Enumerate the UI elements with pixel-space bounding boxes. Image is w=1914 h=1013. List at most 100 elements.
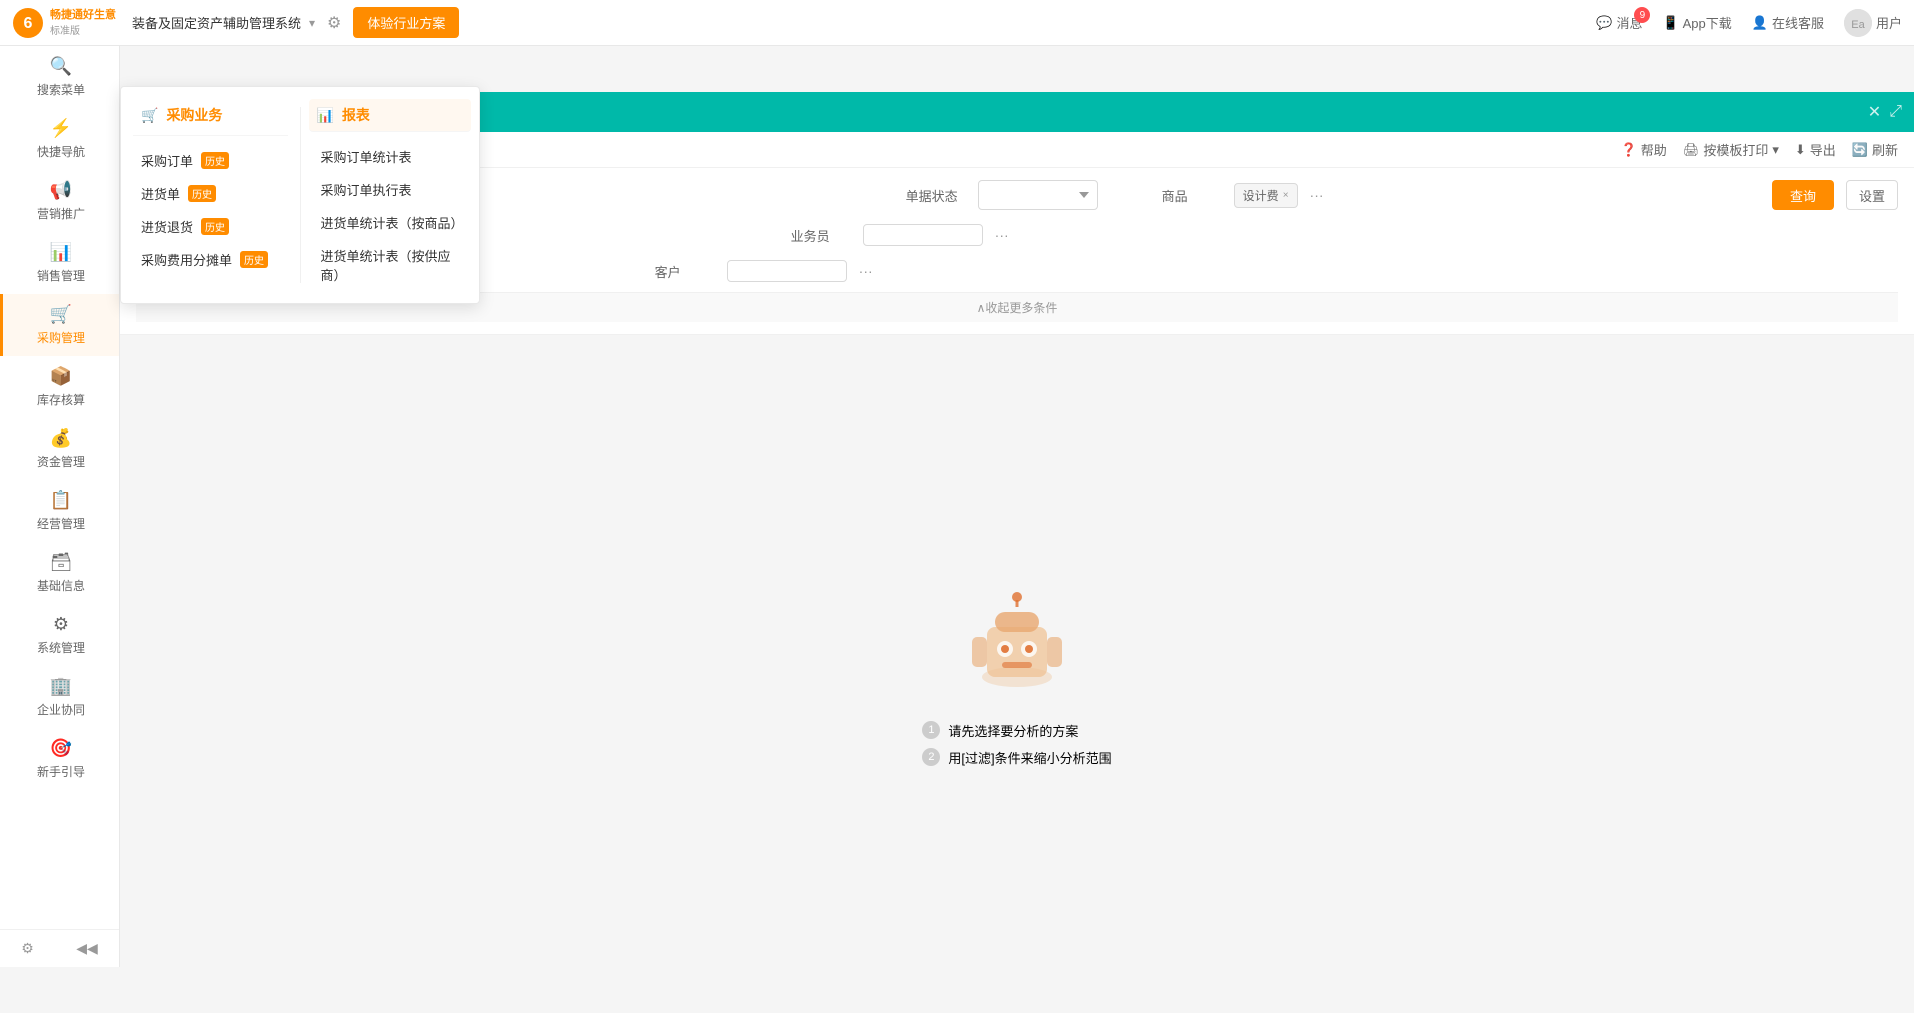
dropdown-item-purchase-order-exec[interactable]: 采购订单执行表 (313, 173, 468, 206)
app-download-btn[interactable]: 📱 App下载 (1662, 13, 1731, 32)
sidebar-item-operation[interactable]: 📋 经营管理 (0, 480, 119, 542)
purchase-return-label: 进货退货 (141, 217, 193, 236)
sidebar-item-marketing[interactable]: 📢 营销推广 (0, 170, 119, 232)
top-header: 6 畅捷通好生意 标准版 装备及固定资产辅助管理系统 ▾ ⚙ 体验行业方案 💬 … (0, 0, 1914, 46)
help-btn[interactable]: ❓ 帮助 (1621, 140, 1667, 159)
settings-filter-btn[interactable]: 设置 (1846, 180, 1898, 210)
purchase-section-title: 🛒 采购业务 (133, 99, 288, 136)
sidebar-label-basic: 基础信息 (37, 577, 85, 594)
empty-tip-1: 1 请先选择要分析的方案 (922, 721, 1111, 740)
empty-illustration (957, 582, 1077, 705)
purchase-expense-history-badge: 历史 (240, 251, 268, 268)
purchase-order-stat-label: 采购订单统计表 (321, 147, 412, 166)
sidebar-item-search[interactable]: 🔍 搜索菜单 (0, 46, 119, 108)
logo-sub: 标准版 (50, 22, 116, 37)
refresh-btn[interactable]: 🔄 刷新 (1852, 140, 1898, 159)
purchase-section-icon: 🛒 (141, 107, 158, 124)
sidebar-item-system[interactable]: ⚙ 系统管理 (0, 604, 119, 666)
goods-more-dots[interactable]: ··· (1310, 187, 1324, 203)
sidebar-label-inventory: 库存核算 (37, 391, 85, 408)
sidebar-label-operation: 经营管理 (37, 515, 85, 532)
voucher-status-select[interactable] (978, 180, 1098, 210)
purchase-order-history-badge: 历史 (201, 152, 229, 169)
industry-btn[interactable]: 体验行业方案 (353, 7, 459, 38)
receipt-stat-goods-label: 进货单统计表（按商品） (321, 213, 460, 232)
export-btn[interactable]: ⬇ 导出 (1795, 140, 1836, 159)
online-service-btn[interactable]: 👤 在线客服 (1752, 13, 1824, 32)
newbie-icon: 🎯 (50, 738, 72, 759)
sidebar-item-enterprise[interactable]: 🏢 企业协同 (0, 666, 119, 728)
dropdown-col-report: 📊 报表 采购订单统计表 采购订单执行表 进货单统计表（按商品） 进货单统计表（… (301, 99, 480, 291)
tab-bar-right: ✕ ⤢ (1868, 102, 1914, 122)
report-section-label: 报表 (342, 105, 370, 125)
export-icon: ⬇ (1795, 142, 1806, 158)
system-settings-icon[interactable]: ⚙ (323, 9, 345, 37)
sidebar-item-newbie[interactable]: 🎯 新手引导 (0, 728, 119, 790)
app-download-label: App下载 (1683, 13, 1732, 32)
salesperson-input-area[interactable] (863, 224, 983, 246)
export-label: 导出 (1810, 140, 1836, 159)
purchase-return-history-badge: 历史 (201, 218, 229, 235)
dropdown-item-purchase-order[interactable]: 采购订单 历史 (133, 144, 288, 177)
phone-icon: 📱 (1662, 15, 1678, 31)
user-btn[interactable]: Ea 用户 (1844, 9, 1902, 37)
sidebar-settings-btn[interactable]: ⚙ (21, 940, 34, 957)
print-dropdown-arrow[interactable]: ▾ (1772, 142, 1779, 158)
customer-input-area[interactable] (727, 260, 847, 282)
tip-text-2: 用[过滤]条件来缩小分析范围 (948, 748, 1111, 767)
title-dropdown-arrow[interactable]: ▾ (309, 16, 315, 30)
tip-num-1: 1 (922, 721, 940, 739)
sidebar-bottom: ⚙ ◀◀ (0, 929, 119, 967)
sidebar: 🔍 搜索菜单 ⚡ 快捷导航 📢 营销推广 📊 销售管理 🛒 采购管理 📦 库存核… (0, 46, 120, 967)
help-label: 帮助 (1641, 140, 1667, 159)
enterprise-icon: 🏢 (50, 676, 72, 697)
dropdown-item-receipt-stat-supplier[interactable]: 进货单统计表（按供应商） (313, 239, 468, 291)
sidebar-label-purchase: 采购管理 (37, 329, 85, 346)
salesperson-more-dots[interactable]: ··· (995, 227, 1009, 243)
operation-icon: 📋 (50, 490, 72, 511)
receipt-stat-supplier-label: 进货单统计表（按供应商） (321, 246, 460, 284)
query-btn[interactable]: 查询 (1772, 180, 1834, 210)
sidebar-item-inventory[interactable]: 📦 库存核算 (0, 356, 119, 418)
sidebar-label-newbie: 新手引导 (37, 763, 85, 780)
sidebar-item-finance[interactable]: 💰 资金管理 (0, 418, 119, 480)
collapse-label: 收起更多条件 (985, 299, 1057, 316)
sidebar-label-search: 搜索菜单 (37, 81, 85, 98)
dropdown-item-receipt-stat-goods[interactable]: 进货单统计表（按商品） (313, 206, 468, 239)
sidebar-item-purchase[interactable]: 🛒 采购管理 (0, 294, 119, 356)
print-btn[interactable]: 🖨 按模板打印 ▾ (1683, 140, 1779, 159)
window-close-icon[interactable]: ✕ (1868, 102, 1881, 122)
refresh-icon: 🔄 (1852, 142, 1868, 158)
goods-tag-close[interactable]: × (1283, 190, 1289, 201)
customer-more-dots[interactable]: ··· (859, 263, 873, 279)
sidebar-item-sales[interactable]: 📊 销售管理 (0, 232, 119, 294)
sidebar-item-basic[interactable]: 🗃 基础信息 (0, 542, 119, 604)
window-expand-icon[interactable]: ⤢ (1889, 103, 1902, 121)
user-label: 用户 (1876, 13, 1902, 32)
empty-tips: 1 请先选择要分析的方案 2 用[过滤]条件来缩小分析范围 (922, 721, 1111, 767)
purchase-order-label: 采购订单 (141, 151, 193, 170)
tip-num-2: 2 (922, 748, 940, 766)
sidebar-collapse-btn[interactable]: ◀◀ (76, 940, 98, 957)
empty-state: 1 请先选择要分析的方案 2 用[过滤]条件来缩小分析范围 (120, 335, 1914, 1013)
system-icon: ⚙ (53, 614, 69, 635)
message-icon: 💬 (1596, 15, 1612, 31)
purchase-receipt-history-badge: 历史 (188, 185, 216, 202)
message-badge: 9 (1634, 7, 1650, 23)
report-section-title: 📊 报表 (309, 99, 472, 132)
dropdown-item-purchase-expense[interactable]: 采购费用分摊单 历史 (133, 243, 288, 276)
sidebar-item-quick-nav[interactable]: ⚡ 快捷导航 (0, 108, 119, 170)
service-icon: 👤 (1752, 15, 1768, 31)
dropdown-item-purchase-return[interactable]: 进货退货 历史 (133, 210, 288, 243)
purchase-expense-label: 采购费用分摊单 (141, 250, 232, 269)
avatar: Ea (1844, 9, 1872, 37)
goods-tag[interactable]: 设计费 × (1234, 183, 1298, 208)
purchase-dropdown-menu: 🛒 采购业务 采购订单 历史 进货单 历史 进货退货 历史 采购费用分摊单 历史… (120, 86, 480, 304)
message-btn[interactable]: 💬 9 消息 (1596, 13, 1642, 32)
inventory-icon: 📦 (50, 366, 72, 387)
empty-tip-2: 2 用[过滤]条件来缩小分析范围 (922, 748, 1111, 767)
customer-label: 客户 (655, 262, 715, 281)
goods-tag-value: 设计费 (1243, 187, 1279, 204)
dropdown-item-purchase-receipt[interactable]: 进货单 历史 (133, 177, 288, 210)
dropdown-item-purchase-order-stat[interactable]: 采购订单统计表 (313, 140, 468, 173)
